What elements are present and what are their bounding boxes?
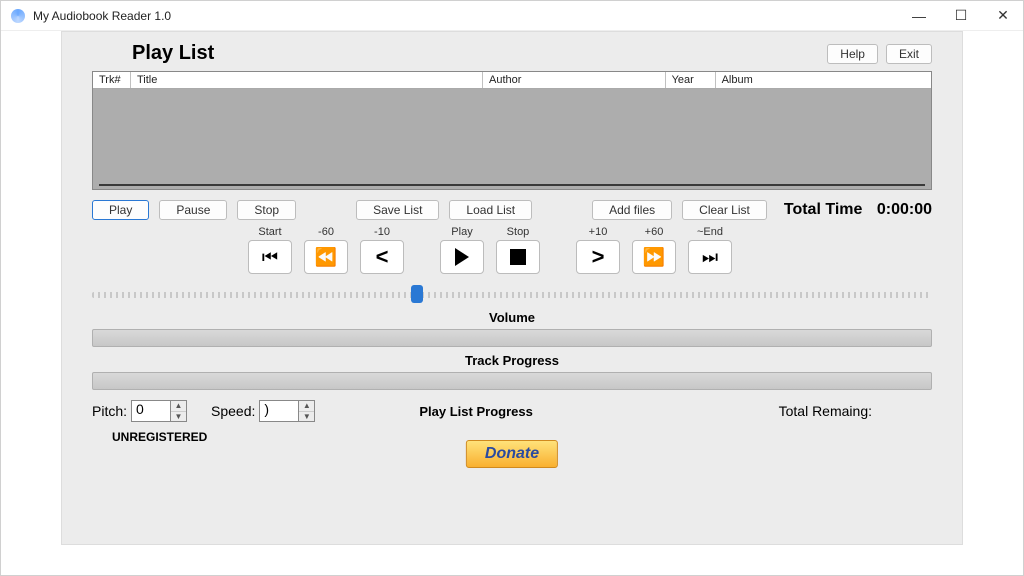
total-time-value: 0:00:00 <box>877 201 932 218</box>
forward-10-button[interactable]: > <box>576 240 620 274</box>
playlist-table[interactable]: Trk# Title Author Year Album <box>92 71 932 190</box>
speed-input[interactable]: ) <box>259 400 299 422</box>
skip-start-icon: ⏮ <box>262 247 278 268</box>
stop-icon <box>510 249 526 265</box>
donate-button[interactable]: Donate <box>466 440 558 468</box>
pause-button[interactable]: Pause <box>159 200 227 220</box>
exit-button[interactable]: Exit <box>886 44 932 64</box>
play-icon <box>455 248 469 266</box>
transport-play-button[interactable] <box>440 240 484 274</box>
clear-list-button[interactable]: Clear List <box>682 200 767 220</box>
col-trk[interactable]: Trk# <box>93 72 131 88</box>
slider-track <box>92 292 932 298</box>
col-title[interactable]: Title <box>131 72 483 88</box>
window-title: My Audiobook Reader 1.0 <box>33 9 171 23</box>
fast-forward-icon: ⏩ <box>643 247 665 268</box>
col-author[interactable]: Author <box>483 72 666 88</box>
skip-end-button[interactable]: ⏭ <box>688 240 732 274</box>
titlebar: My Audiobook Reader 1.0 — ☐ ✕ <box>1 1 1023 31</box>
transport-play-label: Play <box>451 226 472 240</box>
transport-end-label: ~End <box>697 226 723 240</box>
stop-button[interactable]: Stop <box>237 200 296 220</box>
rewind-60-button[interactable]: ⏪ <box>304 240 348 274</box>
col-album[interactable]: Album <box>716 72 931 88</box>
volume-bar[interactable] <box>92 329 932 347</box>
position-slider[interactable] <box>92 284 932 304</box>
playlist-heading: Play List <box>132 42 214 65</box>
speed-down-button[interactable]: ▼ <box>299 412 314 422</box>
col-year[interactable]: Year <box>666 72 716 88</box>
transport-stop-button[interactable] <box>496 240 540 274</box>
playlist-hscroll[interactable] <box>99 184 925 186</box>
rewind-icon: ⏪ <box>315 247 337 268</box>
minimize-icon[interactable]: — <box>909 8 929 24</box>
close-icon[interactable]: ✕ <box>993 7 1013 24</box>
speed-stepper: Speed: ) ▲ ▼ <box>211 400 315 422</box>
skip-start-button[interactable]: ⏮ <box>248 240 292 274</box>
load-list-button[interactable]: Load List <box>449 200 532 220</box>
transport-stop-label: Stop <box>507 226 530 240</box>
track-progress-label: Track Progress <box>92 353 932 368</box>
content-panel: Play List Help Exit Trk# Title Author Ye… <box>61 31 963 545</box>
track-progress-bar[interactable] <box>92 372 932 390</box>
speed-label: Speed: <box>211 403 255 419</box>
maximize-icon[interactable]: ☐ <box>951 7 971 24</box>
pitch-stepper: Pitch: 0 ▲ ▼ <box>92 400 187 422</box>
playlist-body[interactable] <box>93 89 931 189</box>
less-than-icon: < <box>376 244 389 270</box>
volume-label: Volume <box>92 310 932 325</box>
help-button[interactable]: Help <box>827 44 878 64</box>
app-window: My Audiobook Reader 1.0 — ☐ ✕ Play List … <box>0 0 1024 576</box>
total-remaining-label: Total Remaing: <box>779 403 872 419</box>
pitch-input[interactable]: 0 <box>131 400 171 422</box>
app-icon <box>11 9 25 23</box>
transport-back60-label: -60 <box>318 226 334 240</box>
play-button[interactable]: Play <box>92 200 149 220</box>
skip-end-icon: ⏭ <box>702 247 718 268</box>
transport-back10-label: -10 <box>374 226 390 240</box>
playlist-progress-label: Play List Progress <box>419 404 532 419</box>
transport-start-label: Start <box>258 226 281 240</box>
forward-60-button[interactable]: ⏩ <box>632 240 676 274</box>
transport-fwd10-label: +10 <box>589 226 608 240</box>
add-files-button[interactable]: Add files <box>592 200 672 220</box>
total-time-label: Total Time <box>784 201 863 218</box>
pitch-up-button[interactable]: ▲ <box>171 401 186 412</box>
playlist-header-row: Trk# Title Author Year Album <box>93 72 931 89</box>
slider-thumb[interactable] <box>411 285 423 303</box>
pitch-down-button[interactable]: ▼ <box>171 412 186 422</box>
save-list-button[interactable]: Save List <box>356 200 439 220</box>
pitch-label: Pitch: <box>92 403 127 419</box>
greater-than-icon: > <box>592 244 605 270</box>
transport-fwd60-label: +60 <box>645 226 664 240</box>
rewind-10-button[interactable]: < <box>360 240 404 274</box>
speed-up-button[interactable]: ▲ <box>299 401 314 412</box>
